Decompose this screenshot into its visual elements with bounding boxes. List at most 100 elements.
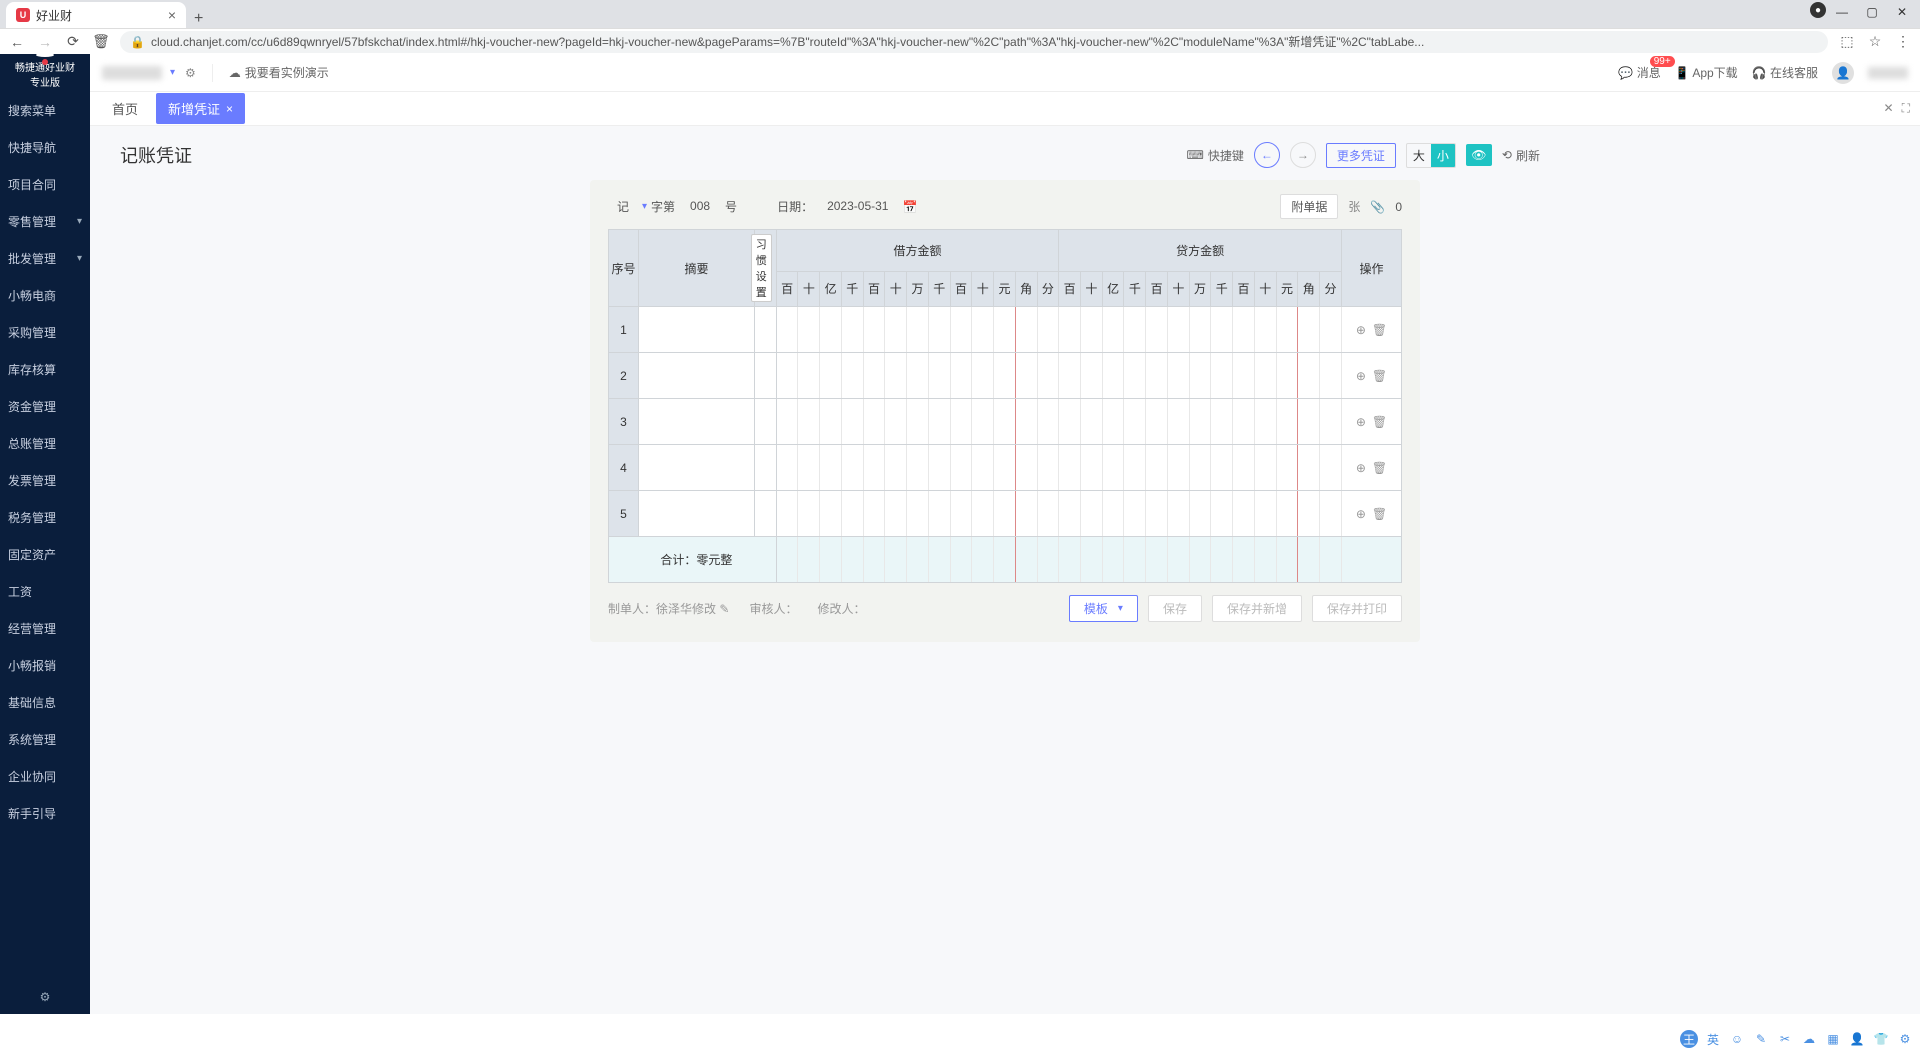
digit-cell[interactable] xyxy=(1189,399,1211,445)
nav-forward-icon[interactable]: → xyxy=(36,34,54,50)
ime-scissors-icon[interactable]: ✂ xyxy=(1776,1030,1794,1048)
digit-cell[interactable] xyxy=(1167,491,1189,537)
digit-cell[interactable] xyxy=(1254,307,1276,353)
digit-cell[interactable] xyxy=(1298,307,1320,353)
digit-cell[interactable] xyxy=(1233,353,1255,399)
next-button[interactable]: → xyxy=(1290,142,1316,168)
digit-cell[interactable] xyxy=(1124,491,1146,537)
fullscreen-icon[interactable]: ⛶ xyxy=(1902,101,1910,116)
digit-cell[interactable] xyxy=(1167,353,1189,399)
digit-cell[interactable] xyxy=(950,491,972,537)
ime-main-icon[interactable]: 王 xyxy=(1680,1030,1698,1048)
digit-cell[interactable] xyxy=(1124,399,1146,445)
digit-cell[interactable] xyxy=(1059,353,1081,399)
digit-cell[interactable] xyxy=(776,491,798,537)
digit-cell[interactable] xyxy=(972,353,994,399)
subject-cell[interactable] xyxy=(755,399,777,445)
digit-cell[interactable] xyxy=(820,445,842,491)
window-close[interactable]: ✕ xyxy=(1888,2,1916,22)
digit-cell[interactable] xyxy=(1124,307,1146,353)
digit-cell[interactable] xyxy=(841,399,863,445)
nav-reload-icon[interactable]: ⟳ xyxy=(64,33,82,50)
ime-smile-icon[interactable]: ☺ xyxy=(1728,1030,1746,1048)
digit-cell[interactable] xyxy=(1015,353,1037,399)
digit-cell[interactable] xyxy=(798,353,820,399)
sidebar-item-0[interactable]: 搜索菜单 xyxy=(0,92,90,129)
digit-cell[interactable] xyxy=(1233,445,1255,491)
digit-cell[interactable] xyxy=(1276,399,1298,445)
sidebar-item-12[interactable]: 固定资产 xyxy=(0,536,90,573)
digit-cell[interactable] xyxy=(994,491,1016,537)
digit-cell[interactable] xyxy=(928,445,950,491)
digit-cell[interactable] xyxy=(907,399,929,445)
digit-cell[interactable] xyxy=(863,491,885,537)
save-new-button[interactable]: 保存并新增 xyxy=(1212,595,1302,622)
voucher-number[interactable]: 008 xyxy=(685,198,715,215)
digit-cell[interactable] xyxy=(1146,491,1168,537)
digit-cell[interactable] xyxy=(1124,445,1146,491)
calendar-icon[interactable]: 📅 xyxy=(902,200,917,214)
copy-icon[interactable]: ⊕ xyxy=(1356,415,1366,429)
digit-cell[interactable] xyxy=(1081,399,1103,445)
digit-cell[interactable] xyxy=(863,399,885,445)
digit-cell[interactable] xyxy=(885,445,907,491)
digit-cell[interactable] xyxy=(1211,399,1233,445)
digit-cell[interactable] xyxy=(1254,445,1276,491)
digit-cell[interactable] xyxy=(1015,399,1037,445)
digit-cell[interactable] xyxy=(1146,399,1168,445)
digit-cell[interactable] xyxy=(972,445,994,491)
summary-cell[interactable] xyxy=(639,353,755,399)
digit-cell[interactable] xyxy=(1102,445,1124,491)
digit-cell[interactable] xyxy=(1081,491,1103,537)
digit-cell[interactable] xyxy=(907,307,929,353)
digit-cell[interactable] xyxy=(1167,445,1189,491)
new-tab-button[interactable]: + xyxy=(194,10,203,28)
digit-cell[interactable] xyxy=(1059,399,1081,445)
digit-cell[interactable] xyxy=(1037,445,1059,491)
digit-cell[interactable] xyxy=(950,353,972,399)
digit-cell[interactable] xyxy=(841,445,863,491)
digit-cell[interactable] xyxy=(841,307,863,353)
digit-cell[interactable] xyxy=(1081,353,1103,399)
digit-cell[interactable] xyxy=(1211,491,1233,537)
size-big[interactable]: 大 xyxy=(1407,144,1431,167)
gear-icon[interactable]: ⚙ xyxy=(185,66,196,80)
ime-person-icon[interactable]: 👤 xyxy=(1848,1030,1866,1048)
ime-grid-icon[interactable]: ▦ xyxy=(1824,1030,1842,1048)
digit-cell[interactable] xyxy=(1037,307,1059,353)
digit-cell[interactable] xyxy=(798,399,820,445)
ime-edit-icon[interactable]: ✎ xyxy=(1752,1030,1770,1048)
message-button[interactable]: 💬 消息 xyxy=(1618,64,1660,81)
summary-cell[interactable] xyxy=(639,399,755,445)
browser-tab[interactable]: U 好业财 × xyxy=(6,2,186,28)
voucher-type-field[interactable]: 记 ▾ 字第 xyxy=(608,197,675,217)
settings-icon[interactable]: ⚙ xyxy=(0,980,90,1014)
digit-cell[interactable] xyxy=(1146,307,1168,353)
summary-cell[interactable] xyxy=(639,307,755,353)
digit-cell[interactable] xyxy=(776,353,798,399)
more-voucher-button[interactable]: 更多凭证 xyxy=(1326,143,1396,168)
digit-cell[interactable] xyxy=(994,307,1016,353)
habit-settings-button[interactable]: 习惯设置 xyxy=(751,234,772,302)
eye-icon[interactable]: 👁 xyxy=(1466,144,1492,166)
digit-cell[interactable] xyxy=(1189,353,1211,399)
digit-cell[interactable] xyxy=(994,353,1016,399)
digit-cell[interactable] xyxy=(1059,445,1081,491)
digit-cell[interactable] xyxy=(1102,491,1124,537)
digit-cell[interactable] xyxy=(776,445,798,491)
sidebar-item-19[interactable]: 新手引导 xyxy=(0,795,90,832)
copy-icon[interactable]: ⊕ xyxy=(1356,507,1366,521)
summary-cell[interactable] xyxy=(639,445,755,491)
sidebar-item-2[interactable]: 项目合同 xyxy=(0,166,90,203)
digit-cell[interactable] xyxy=(776,307,798,353)
save-print-button[interactable]: 保存并打印 xyxy=(1312,595,1402,622)
digit-cell[interactable] xyxy=(1298,491,1320,537)
refresh-button[interactable]: ⟲ 刷新 xyxy=(1502,147,1540,164)
prev-button[interactable]: ← xyxy=(1254,142,1280,168)
digit-cell[interactable] xyxy=(1320,445,1342,491)
digit-cell[interactable] xyxy=(841,353,863,399)
digit-cell[interactable] xyxy=(798,445,820,491)
sidebar-item-4[interactable]: 批发管理▾ xyxy=(0,240,90,277)
digit-cell[interactable] xyxy=(950,399,972,445)
digit-cell[interactable] xyxy=(972,491,994,537)
